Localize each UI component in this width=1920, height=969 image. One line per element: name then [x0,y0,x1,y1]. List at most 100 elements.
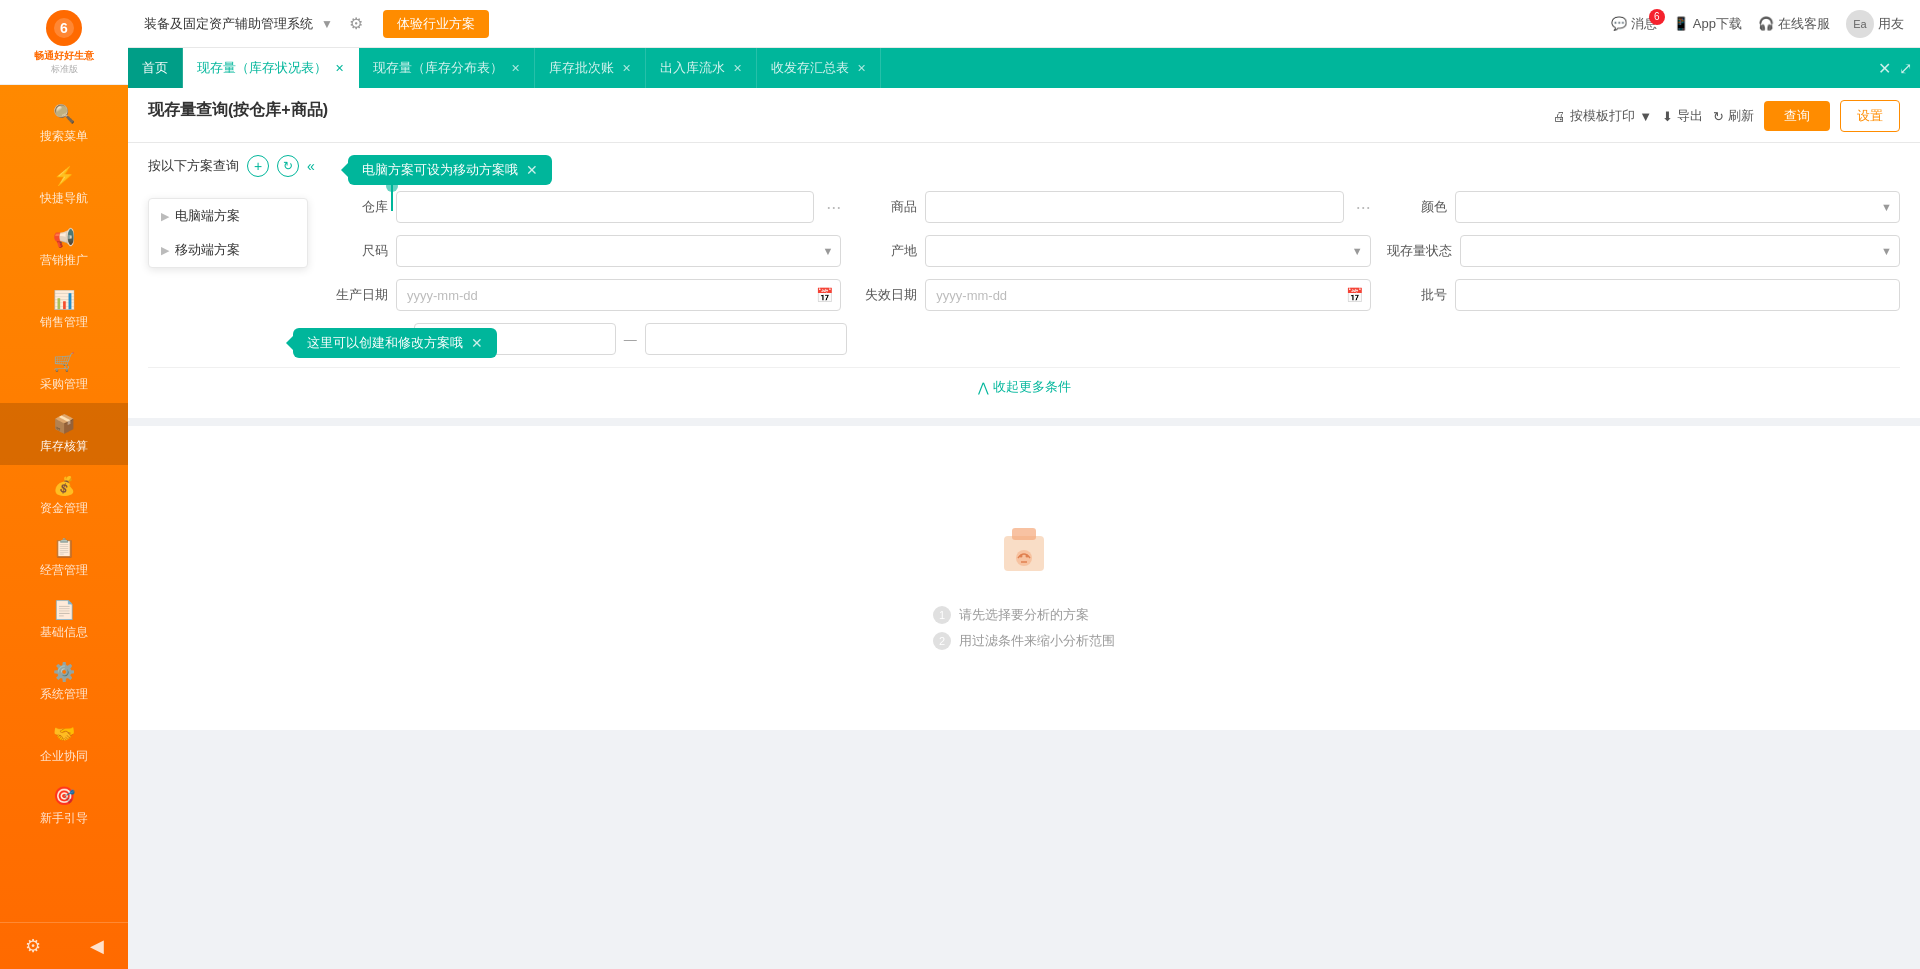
inv-qty-to[interactable] [645,323,847,355]
scheme-pc-arrow: ▶ [161,210,169,223]
tab-close-inout-flow[interactable]: ✕ [733,62,742,75]
filter-refresh-button[interactable]: ↻ [277,155,299,177]
tab-collect-summary[interactable]: 收发存汇总表 ✕ [757,48,881,88]
system-icon: ⚙️ [53,661,75,683]
sidebar-item-marketing[interactable]: 📢 营销推广 [0,217,128,279]
tip-num-1: 1 [933,606,951,624]
tab-batch-ledger[interactable]: 库存批次账 ✕ [535,48,646,88]
tab-home[interactable]: 首页 [128,48,183,88]
query-button[interactable]: 查询 [1764,101,1830,131]
export-btn[interactable]: ⬇ 导出 [1662,107,1703,125]
filter-add-button[interactable]: + [247,155,269,177]
sidebar-item-label: 搜索菜单 [40,128,88,145]
topbar-app-download[interactable]: 📱 App下载 [1673,15,1742,33]
tab-inout-flow[interactable]: 出入库流水 ✕ [646,48,757,88]
collapse-bar[interactable]: ⋀ 收起更多条件 [148,367,1900,406]
color-select-wrap: ▼ [1455,191,1900,223]
warehouse-dots-icon[interactable]: ··· [826,197,841,218]
filter-row-4: 现存量（主） — [328,323,1900,355]
sidebar-item-sales[interactable]: 📊 销售管理 [0,279,128,341]
topbar-system: 装备及固定资产辅助管理系统 ▼ ⚙ 体验行业方案 [144,10,1611,38]
sidebar-item-basic[interactable]: 📄 基础信息 [0,589,128,651]
finance-icon: 💰 [53,475,75,497]
filter-header-label: 按以下方案查询 [148,157,239,175]
tab-inventory-status[interactable]: 现存量（库存状况表） ✕ [183,48,359,88]
tabbar-right: ✕ ⤢ [1878,59,1920,78]
sidebar-item-label: 系统管理 [40,686,88,703]
scheme-pc-label: 电脑端方案 [175,207,240,225]
tooltip-pc-close[interactable]: ✕ [526,162,538,178]
goods-input[interactable] [925,191,1343,223]
topbar-messages[interactable]: 💬 消息 6 [1611,15,1657,33]
sidebar-item-system[interactable]: ⚙️ 系统管理 [0,651,128,713]
warehouse-label: 仓库 [328,198,388,216]
sidebar-collapse-btn[interactable]: ◀ [90,935,104,957]
produce-date-wrap: 📅 [396,279,841,311]
sidebar-item-shortcut[interactable]: ⚡ 快捷导航 [0,155,128,217]
phone-icon: 📱 [1673,16,1689,31]
inv-status-select[interactable] [1460,235,1900,267]
collapse-up-icon: ⋀ [978,380,989,395]
tabbar: 首页 现存量（库存状况表） ✕ 现存量（库存分布表） ✕ 库存批次账 ✕ 出入库… [128,48,1920,88]
sidebar-item-purchase[interactable]: 🛒 采购管理 [0,341,128,403]
topbar-user[interactable]: Ea 用友 [1846,10,1904,38]
filter-back-button[interactable]: « [307,158,315,174]
logo-text: 畅通好好生意 [34,49,94,63]
origin-select[interactable] [925,235,1370,267]
origin-label: 产地 [857,242,917,260]
topbar-gear-icon[interactable]: ⚙ [349,14,363,33]
sidebar-item-label: 资金管理 [40,500,88,517]
warehouse-input[interactable] [396,191,814,223]
headset-icon: 🎧 [1758,16,1774,31]
produce-date-input[interactable] [396,279,841,311]
print-icon: 🖨 [1553,109,1566,124]
sidebar-settings-btn[interactable]: ⚙ [25,935,41,957]
topbar-support[interactable]: 🎧 在线客服 [1758,15,1830,33]
search-icon: 🔍 [53,103,75,125]
page-title: 现存量查询(按仓库+商品) [148,100,328,121]
tab-inventory-dist[interactable]: 现存量（库存分布表） ✕ [359,48,535,88]
scheme-mobile[interactable]: ▶ 移动端方案 [149,233,307,267]
filter-field-inv-status: 现存量状态 ▼ [1387,235,1900,267]
user-label: 用友 [1878,15,1904,33]
print-arrow-icon: ▼ [1639,109,1652,124]
tab-close-batch-ledger[interactable]: ✕ [622,62,631,75]
sidebar-item-enterprise[interactable]: 🤝 企业协同 [0,713,128,775]
sidebar-item-search[interactable]: 🔍 搜索菜单 [0,93,128,155]
origin-select-wrap: ▼ [925,235,1370,267]
fullscreen-btn[interactable]: ⤢ [1899,59,1912,78]
sidebar-item-label: 经营管理 [40,562,88,579]
tab-close-inventory-status[interactable]: ✕ [335,62,344,75]
sidebar-item-finance[interactable]: 💰 资金管理 [0,465,128,527]
system-dropdown-icon[interactable]: ▼ [321,17,333,31]
sidebar-item-guide[interactable]: 🎯 新手引导 [0,775,128,837]
sidebar-item-label: 基础信息 [40,624,88,641]
goods-dots-icon[interactable]: ··· [1356,197,1371,218]
tip-text-2: 用过滤条件来缩小分析范围 [959,632,1115,650]
reset-button[interactable]: 设置 [1840,100,1900,132]
filter-field-produce-date: 生产日期 📅 [328,279,841,311]
tab-close-inventory-dist[interactable]: ✕ [511,62,520,75]
filter-row-1: 仓库 ··· 商品 ··· 颜色 ▼ [328,191,1900,223]
tooltip-edit-close[interactable]: ✕ [471,335,483,351]
experience-button[interactable]: 体验行业方案 [383,10,489,38]
tab-close-collect-summary[interactable]: ✕ [857,62,866,75]
close-all-tabs-btn[interactable]: ✕ [1878,59,1891,78]
scheme-pc[interactable]: ▶ 电脑端方案 [149,199,307,233]
basic-icon: 📄 [53,599,75,621]
sidebar-item-operations[interactable]: 📋 经营管理 [0,527,128,589]
refresh-btn[interactable]: ↻ 刷新 [1713,107,1754,125]
empty-icon [984,506,1064,586]
sidebar-item-label: 采购管理 [40,376,88,393]
size-select[interactable] [396,235,841,267]
sidebar-item-label: 库存核算 [40,438,88,455]
sidebar-item-inventory[interactable]: 📦 库存核算 [0,403,128,465]
purchase-icon: 🛒 [53,351,75,373]
color-select[interactable] [1455,191,1900,223]
batch-no-input[interactable] [1455,279,1900,311]
sidebar-item-label: 销售管理 [40,314,88,331]
batch-no-label: 批号 [1387,286,1447,304]
print-btn[interactable]: 🖨 按模板打印 ▼ [1553,107,1652,125]
sidebar-item-label: 企业协同 [40,748,88,765]
expire-date-input[interactable] [925,279,1370,311]
